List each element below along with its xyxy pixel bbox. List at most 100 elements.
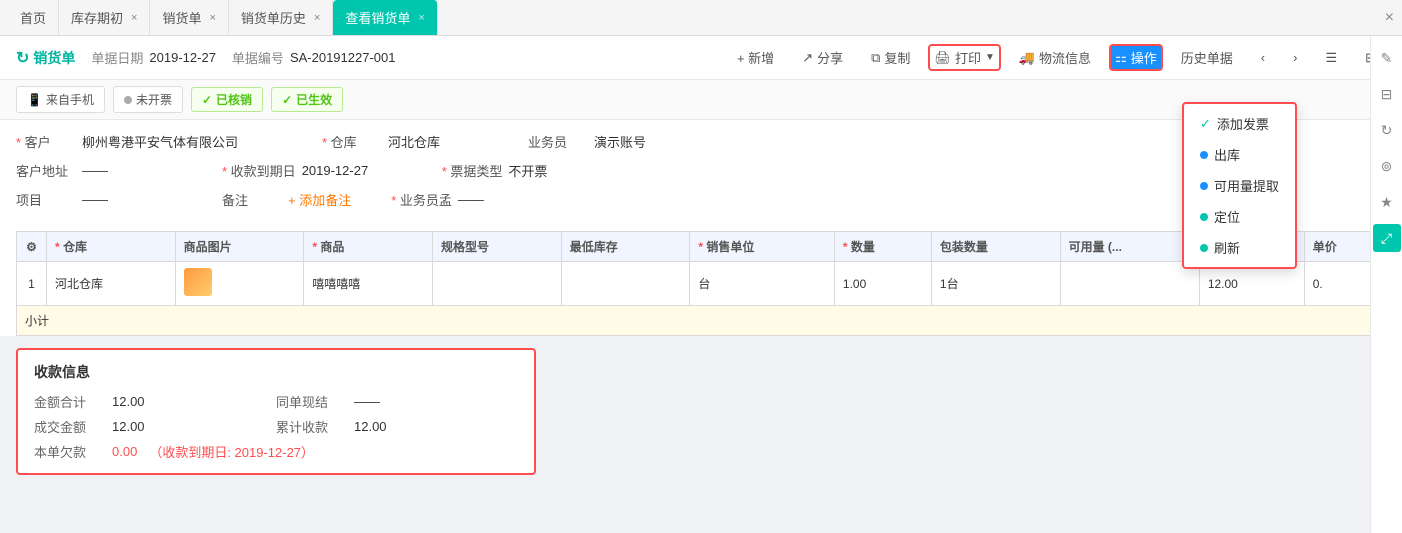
- share-icon: ↗: [802, 50, 813, 66]
- project-value: ——: [82, 192, 182, 207]
- tab-inventory-init[interactable]: 库存期初 ×: [59, 0, 150, 35]
- dropdown-refresh[interactable]: 刷新: [1184, 232, 1295, 263]
- tab-sales-order[interactable]: 销货单 ×: [150, 0, 228, 35]
- prev-page-button[interactable]: ‹: [1251, 46, 1275, 69]
- ticket-type-field: 票据类型 不开票: [442, 161, 609, 180]
- refresh-dot-icon: [1200, 244, 1208, 252]
- print-button[interactable]: 🖨 打印 ▼: [928, 44, 1000, 71]
- row-available: [1060, 262, 1199, 306]
- window-close-button[interactable]: ×: [1385, 9, 1394, 27]
- effective-check-icon: ✓: [282, 93, 292, 107]
- sidebar-star-icon[interactable]: ★: [1373, 188, 1401, 216]
- history-button[interactable]: 历史单据: [1171, 44, 1243, 71]
- confirm-label: 已核销: [216, 91, 252, 108]
- add-remark-button[interactable]: + 添加备注: [288, 190, 351, 209]
- th-available: 可用量 (...: [1060, 232, 1199, 262]
- dropdown-outbound[interactable]: 出库: [1184, 139, 1295, 170]
- subtotal-row: 小计: [17, 306, 1386, 336]
- check-icon: ✓: [1200, 116, 1211, 132]
- not-opened-label: 未开票: [136, 91, 172, 108]
- project-field: 项目 ——: [16, 190, 182, 209]
- sidebar-refresh-icon[interactable]: ↻: [1373, 116, 1401, 144]
- copy-button[interactable]: ⧉ 复制: [861, 44, 920, 71]
- doc-type-icon-area: ↻ 销货单: [16, 48, 75, 68]
- deal-amount-value: 12.00: [112, 419, 145, 434]
- cumulative-row: 累计收款 12.00: [276, 417, 518, 436]
- effective-label: 已生效: [296, 91, 332, 108]
- tab-close-view[interactable]: ×: [418, 12, 424, 24]
- th-quantity: 数量: [834, 232, 931, 262]
- from-phone-button[interactable]: 📱 来自手机: [16, 86, 105, 113]
- row-product-img: [175, 262, 304, 306]
- sidebar-edit-icon[interactable]: ✎: [1373, 44, 1401, 72]
- payment-date-field: 收款到期日 2019-12-27: [222, 161, 402, 180]
- new-button[interactable]: + 新增: [727, 44, 784, 71]
- form-row-1: 客户 柳州粤港平安气体有限公司 仓库 河北仓库 业务员 演示账号: [16, 132, 1386, 151]
- dropdown-locate[interactable]: 定位: [1184, 201, 1295, 232]
- doc-type-label: 销货单: [33, 48, 75, 68]
- not-opened-dot: [124, 96, 132, 104]
- customer-addr-label: 客户地址: [16, 161, 76, 180]
- table-wrapper[interactable]: ⚙ 仓库 商品图片 商品 规格型号 最低库存 销售单位 数量 包装数量 可用量 …: [16, 231, 1386, 336]
- doc-no-label: 单据编号: [232, 48, 284, 67]
- operation-button[interactable]: ⚏ 操作: [1109, 44, 1163, 71]
- dropdown-available-qty[interactable]: 可用量提取: [1184, 170, 1295, 201]
- salesperson-label: 业务员: [528, 132, 588, 151]
- row-sales-unit: 台: [690, 262, 835, 306]
- tab-home[interactable]: 首页: [8, 0, 59, 35]
- doc-icon: ↻: [16, 48, 29, 68]
- print-icon: 🖨: [934, 50, 951, 66]
- ticket-type-value: 不开票: [508, 161, 608, 180]
- tab-close-inventory[interactable]: ×: [131, 12, 137, 24]
- tab-view-sales[interactable]: 查看销货单 ×: [333, 0, 437, 35]
- history-label: 历史单据: [1181, 48, 1233, 67]
- doc-header: ↻ 销货单 单据日期 2019-12-27 单据编号 SA-20191227-0…: [0, 36, 1402, 80]
- doc-no-field: 单据编号 SA-20191227-001: [232, 48, 396, 67]
- add-invoice-label: 添加发票: [1217, 114, 1269, 133]
- sidebar-link-icon[interactable]: ⊟: [1373, 80, 1401, 108]
- share-button[interactable]: ↗ 分享: [792, 44, 853, 71]
- ticket-type-label: 票据类型: [442, 161, 503, 180]
- row-spec: [433, 262, 562, 306]
- view-toggle-list[interactable]: ☰: [1315, 46, 1347, 70]
- row-min-stock: [561, 262, 690, 306]
- cumulative-label: 累计收款: [276, 417, 346, 436]
- salesperson2-label: 业务员孟: [391, 190, 452, 209]
- deal-amount-row: 成交金额 12.00: [34, 417, 276, 436]
- tab-sales-history[interactable]: 销货单历史 ×: [229, 0, 333, 35]
- table-row: 1 河北仓库 嘻嘻嘻嘻 台 1.00 1台 12.00 0.: [17, 262, 1386, 306]
- doc-date-field: 单据日期 2019-12-27: [91, 48, 216, 67]
- due-amount-value: 0.00: [112, 444, 137, 459]
- not-opened-button[interactable]: 未开票: [113, 86, 183, 113]
- th-pack-qty: 包装数量: [931, 232, 1060, 262]
- phone-icon: 📱: [27, 93, 42, 107]
- th-settings[interactable]: ⚙: [17, 232, 47, 262]
- sidebar-user-icon[interactable]: ⊚: [1373, 152, 1401, 180]
- deal-amount-label: 成交金额: [34, 417, 104, 436]
- doc-meta: 单据日期 2019-12-27 单据编号 SA-20191227-001: [91, 48, 395, 67]
- refresh-label: 刷新: [1214, 238, 1240, 257]
- next-page-button[interactable]: ›: [1283, 46, 1307, 69]
- sidebar-expand-icon[interactable]: ⤢: [1373, 224, 1401, 252]
- th-min-stock: 最低库存: [561, 232, 690, 262]
- form-row-3: 项目 —— 备注 + 添加备注 业务员孟 ——: [16, 190, 1386, 209]
- available-qty-label: 可用量提取: [1214, 176, 1279, 195]
- tab-close-sales[interactable]: ×: [209, 12, 215, 24]
- copy-label: 复制: [884, 48, 910, 67]
- doc-date-value: 2019-12-27: [149, 50, 216, 65]
- customer-addr-value: ——: [82, 163, 182, 178]
- row-seq: 1: [17, 262, 47, 306]
- share-label: 分享: [817, 48, 843, 67]
- customer-field: 客户 柳州粤港平安气体有限公司: [16, 132, 282, 151]
- dropdown-add-invoice[interactable]: ✓ 添加发票: [1184, 108, 1295, 139]
- locate-dot-icon: [1200, 213, 1208, 221]
- product-image: [184, 268, 212, 296]
- effective-badge: ✓ 已生效: [271, 87, 343, 112]
- warehouse-value: 河北仓库: [388, 132, 488, 151]
- subtotal-label: 小计: [17, 306, 1386, 336]
- form-row-2: 客户地址 —— 收款到期日 2019-12-27 票据类型 不开票: [16, 161, 1386, 180]
- salesperson-field: 业务员 演示账号: [528, 132, 694, 151]
- project-label: 项目: [16, 190, 76, 209]
- logistics-button[interactable]: 🚚 物流信息: [1009, 44, 1101, 71]
- tab-close-history[interactable]: ×: [314, 12, 320, 24]
